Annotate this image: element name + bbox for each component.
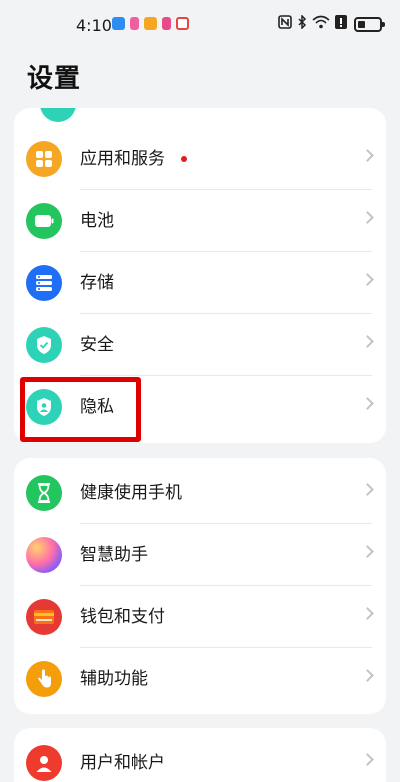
settings-item-security[interactable]: 安全: [14, 314, 386, 376]
settings-item-smart-assistant[interactable]: 智慧助手: [14, 524, 386, 586]
storage-icon: [26, 265, 62, 301]
battery-icon: [354, 16, 385, 32]
chevron-right-icon: [361, 607, 374, 620]
page-title: 设置: [27, 64, 82, 94]
chevron-right-icon: [361, 483, 374, 496]
wallet-icon: [26, 599, 62, 635]
partial-scrolled-icon: [40, 108, 76, 122]
settings-item-battery[interactable]: 电池: [14, 190, 386, 252]
settings-item-label: 用户和帐户: [80, 753, 165, 773]
chevron-right-icon: [361, 335, 374, 348]
app3-notification-icon: [144, 17, 157, 30]
settings-item-storage[interactable]: 存储: [14, 252, 386, 314]
chevron-right-icon: [361, 545, 374, 558]
assistant-icon: [26, 537, 62, 573]
user-icon: [26, 745, 62, 781]
status-time: 4:10: [76, 16, 112, 35]
app1-notification-icon: [112, 17, 125, 30]
chevron-right-icon: [361, 669, 374, 682]
battery-icon: [26, 203, 62, 239]
battery-level: [358, 20, 365, 28]
settings-item-label: 钱包和支付: [80, 607, 165, 627]
settings-item-wallet[interactable]: 钱包和支付: [14, 586, 386, 648]
app2-notification-icon: [130, 17, 139, 30]
settings-item-label: 安全: [80, 335, 114, 355]
settings-group-3: 用户和帐户: [14, 728, 386, 782]
settings-item-users-accounts[interactable]: 用户和帐户: [14, 732, 386, 782]
notification-badge: [181, 156, 187, 162]
chevron-right-icon: [361, 753, 374, 766]
nfc-icon: [278, 15, 292, 33]
settings-item-apps-services[interactable]: 应用和服务: [14, 128, 386, 190]
accessibility-icon: [26, 661, 62, 697]
alert-icon: [335, 15, 347, 33]
notification-icons: [112, 17, 189, 30]
settings-group-2: 健康使用手机 智慧助手 钱包和支付 辅助功能: [14, 458, 386, 714]
hourglass-icon: [26, 475, 62, 511]
wifi-icon: [312, 15, 330, 33]
bluetooth-icon: [297, 14, 307, 33]
settings-item-label: 电池: [80, 211, 114, 231]
system-icons: [278, 14, 385, 33]
chevron-right-icon: [361, 149, 374, 162]
status-bar: 4:10: [0, 0, 400, 50]
app4-notification-icon: [162, 17, 171, 30]
settings-item-label: 智慧助手: [80, 545, 148, 565]
settings-item-digital-balance[interactable]: 健康使用手机: [14, 462, 386, 524]
app5-notification-icon: [176, 17, 189, 30]
chevron-right-icon: [361, 397, 374, 410]
settings-item-label: 辅助功能: [80, 669, 148, 689]
settings-item-label: 健康使用手机: [80, 483, 182, 503]
settings-item-label: 存储: [80, 273, 114, 293]
chevron-right-icon: [361, 273, 374, 286]
chevron-right-icon: [361, 211, 374, 224]
highlight-box: [20, 377, 141, 442]
apps-icon: [26, 141, 62, 177]
shield-icon: [26, 327, 62, 363]
settings-item-label: 应用和服务: [80, 149, 165, 169]
settings-item-accessibility[interactable]: 辅助功能: [14, 648, 386, 710]
